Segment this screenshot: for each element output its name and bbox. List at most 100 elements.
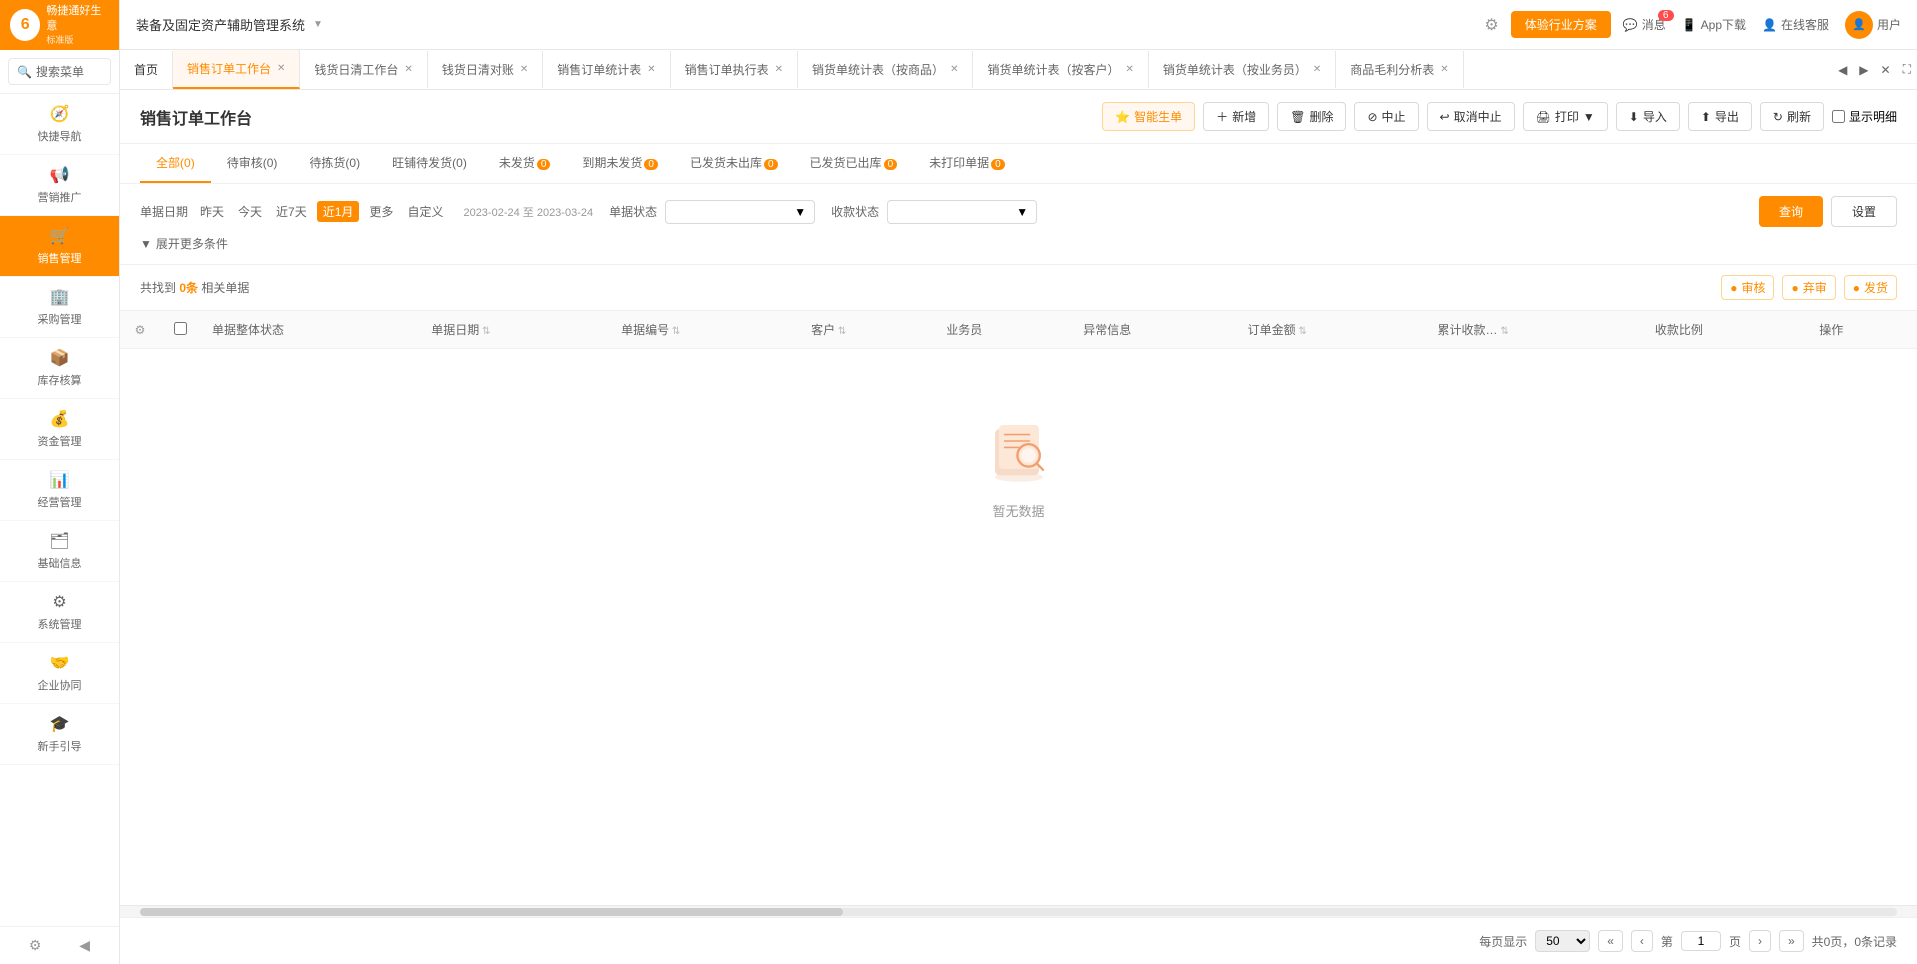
tab-sales-stat-customer[interactable]: 销货单统计表（按客户） ✕ [973, 51, 1148, 88]
sidebar-item-basics[interactable]: 🗂 基础信息 [0, 521, 119, 582]
cancel-audit-action[interactable]: ● 弃审 [1782, 275, 1835, 300]
tab-expand[interactable]: ⛶ [1897, 58, 1917, 81]
tab-product-profit[interactable]: 商品毛利分析表 ✕ [1336, 51, 1463, 88]
app-download-action[interactable]: 📱 App下载 [1682, 16, 1746, 33]
subtab-not-printed[interactable]: 未打印单据0 [913, 144, 1021, 183]
tab-home[interactable]: 首页 [120, 51, 173, 88]
status-select[interactable]: ▼ [665, 200, 815, 224]
col-settings[interactable]: ⚙ [120, 311, 160, 349]
date-opt-last1m[interactable]: 近1月 [317, 201, 360, 222]
subtab-shipped-out[interactable]: 已发货已出库0 [794, 144, 914, 183]
per-page-select[interactable]: 20 50 100 200 [1535, 930, 1590, 952]
tab-close-product-profit[interactable]: ✕ [1440, 64, 1448, 75]
tab-nav-prev[interactable]: ◀ [1832, 59, 1853, 81]
import-button[interactable]: ⬇ 导入 [1616, 102, 1680, 131]
sidebar-item-enterprise[interactable]: 🤝 企业协同 [0, 643, 119, 704]
system-title-dropdown[interactable]: ▼ [313, 19, 323, 30]
refresh-button[interactable]: ↻ 刷新 [1760, 102, 1824, 131]
subtab-overdue[interactable]: 到期未发货0 [566, 144, 674, 183]
tab-cash-reconcile[interactable]: 钱货日清对账 ✕ [428, 51, 543, 88]
tab-close-all[interactable]: ✕ [1875, 59, 1897, 81]
date-opt-more[interactable]: 更多 [365, 201, 397, 222]
subtab-pending-pickup[interactable]: 待拣货(0) [293, 144, 376, 183]
scrollbar-track [140, 908, 1897, 916]
tab-sales-stat-staff[interactable]: 销货单统计表（按业务员） ✕ [1149, 51, 1336, 88]
sidebar-item-finance[interactable]: 💰 资金管理 [0, 399, 119, 460]
subtab-wangpu[interactable]: 旺铺待发货(0) [376, 144, 483, 183]
page-input[interactable] [1681, 931, 1721, 951]
audit-icon: ● [1730, 281, 1737, 295]
query-button[interactable]: 查询 [1759, 196, 1823, 227]
show-detail-input[interactable] [1832, 110, 1845, 123]
sidebar-item-newbie[interactable]: 🎓 新手引导 [0, 704, 119, 765]
subtab-not-shipped[interactable]: 未发货0 [483, 144, 567, 183]
first-page-button[interactable]: « [1598, 930, 1623, 952]
cancel-stop-button[interactable]: ↩ 取消中止 [1427, 102, 1515, 131]
sidebar-collapse-button[interactable]: ◀ [79, 937, 90, 954]
sidebar-item-system[interactable]: ⚙ 系统管理 [0, 582, 119, 643]
prev-page-button[interactable]: ‹ [1631, 930, 1653, 952]
sidebar-item-quick-nav[interactable]: 🧭 快捷导航 [0, 94, 119, 155]
col-amount-header[interactable]: 订单金额 [1236, 311, 1426, 349]
col-customer-header[interactable]: 客户 [799, 311, 934, 349]
subtab-pending-review[interactable]: 待审核(0) [211, 144, 294, 183]
sidebar-item-sales[interactable]: 🛒 销售管理 [0, 216, 119, 277]
tab-close-sales-stat-product[interactable]: ✕ [950, 64, 958, 75]
tab-close-sales-stat-customer[interactable]: ✕ [1125, 64, 1133, 75]
user-action[interactable]: 👤 用户 [1845, 11, 1901, 39]
logo-badge: 标准版 [46, 33, 109, 46]
search-menu-button[interactable]: 🔍 搜索菜单 [8, 58, 111, 85]
horizontal-scrollbar[interactable] [120, 905, 1917, 917]
show-detail-checkbox[interactable]: 显示明细 [1832, 108, 1897, 125]
tab-close-sales-stats[interactable]: ✕ [647, 64, 655, 75]
tab-cash-daily[interactable]: 钱货日清工作台 ✕ [300, 51, 427, 88]
col-number-header[interactable]: 单据编号 [609, 311, 799, 349]
print-button[interactable]: 🖨 打印 ▼ [1523, 102, 1608, 131]
col-date-header[interactable]: 单据日期 [419, 311, 609, 349]
subtab-shipped-not-out[interactable]: 已发货未出库0 [674, 144, 794, 183]
delete-button[interactable]: 🗑 删除 [1277, 102, 1346, 131]
purchase-icon: 🏢 [50, 287, 70, 307]
tab-close-cash-daily[interactable]: ✕ [404, 64, 412, 75]
date-opt-last7[interactable]: 近7天 [272, 201, 311, 222]
sidebar-item-label: 库存核算 [38, 372, 82, 388]
date-opt-yesterday[interactable]: 昨天 [196, 201, 228, 222]
smart-create-button[interactable]: ⭐ 智能生单 [1102, 102, 1195, 131]
sidebar-item-inventory[interactable]: 📦 库存核算 [0, 338, 119, 399]
tab-close-sales-stat-staff[interactable]: ✕ [1313, 64, 1321, 75]
expand-conditions[interactable]: ▼ 展开更多条件 [140, 235, 1897, 252]
tab-close-sales-workbench[interactable]: ✕ [277, 63, 285, 74]
user-avatar: 👤 [1845, 11, 1873, 39]
scrollbar-thumb[interactable] [140, 908, 843, 916]
ship-action[interactable]: ● 发货 [1844, 275, 1897, 300]
sidebar-settings-button[interactable]: ⚙ [29, 937, 42, 954]
select-all-checkbox[interactable] [174, 322, 187, 335]
sidebar-item-operations[interactable]: 📊 经营管理 [0, 460, 119, 521]
message-action[interactable]: 💬 消息 6 [1623, 16, 1666, 33]
tab-nav-next[interactable]: ▶ [1853, 59, 1874, 81]
online-service-action[interactable]: 👤 在线客服 [1762, 16, 1829, 33]
audit-action[interactable]: ● 审核 [1721, 275, 1774, 300]
tab-close-cash-reconcile[interactable]: ✕ [520, 64, 528, 75]
date-opt-today[interactable]: 今天 [234, 201, 266, 222]
payment-select[interactable]: ▼ [887, 200, 1037, 224]
col-checkbox-header[interactable] [160, 311, 200, 349]
col-collected-header[interactable]: 累计收款… [1426, 311, 1643, 349]
add-button[interactable]: ＋ 新增 [1203, 102, 1269, 131]
stop-button[interactable]: ⊘ 中止 [1354, 102, 1418, 131]
subtab-all[interactable]: 全部(0) [140, 144, 211, 183]
last-page-button[interactable]: » [1779, 930, 1804, 952]
export-button[interactable]: ⬆ 导出 [1688, 102, 1752, 131]
tab-sales-exec[interactable]: 销售订单执行表 ✕ [671, 51, 798, 88]
date-opt-custom[interactable]: 自定义 [403, 201, 447, 222]
settings-gear-icon[interactable]: ⚙ [1484, 15, 1498, 35]
sidebar-item-purchase[interactable]: 🏢 采购管理 [0, 277, 119, 338]
next-page-button[interactable]: › [1749, 930, 1771, 952]
experience-button[interactable]: 体验行业方案 [1511, 11, 1611, 38]
tab-sales-stats[interactable]: 销售订单统计表 ✕ [543, 51, 670, 88]
tab-sales-stat-product[interactable]: 销货单统计表（按商品） ✕ [798, 51, 973, 88]
sidebar-item-marketing[interactable]: 📢 营销推广 [0, 155, 119, 216]
tab-sales-workbench[interactable]: 销售订单工作台 ✕ [173, 50, 300, 89]
filter-settings-button[interactable]: 设置 [1831, 196, 1897, 227]
tab-close-sales-exec[interactable]: ✕ [775, 64, 783, 75]
